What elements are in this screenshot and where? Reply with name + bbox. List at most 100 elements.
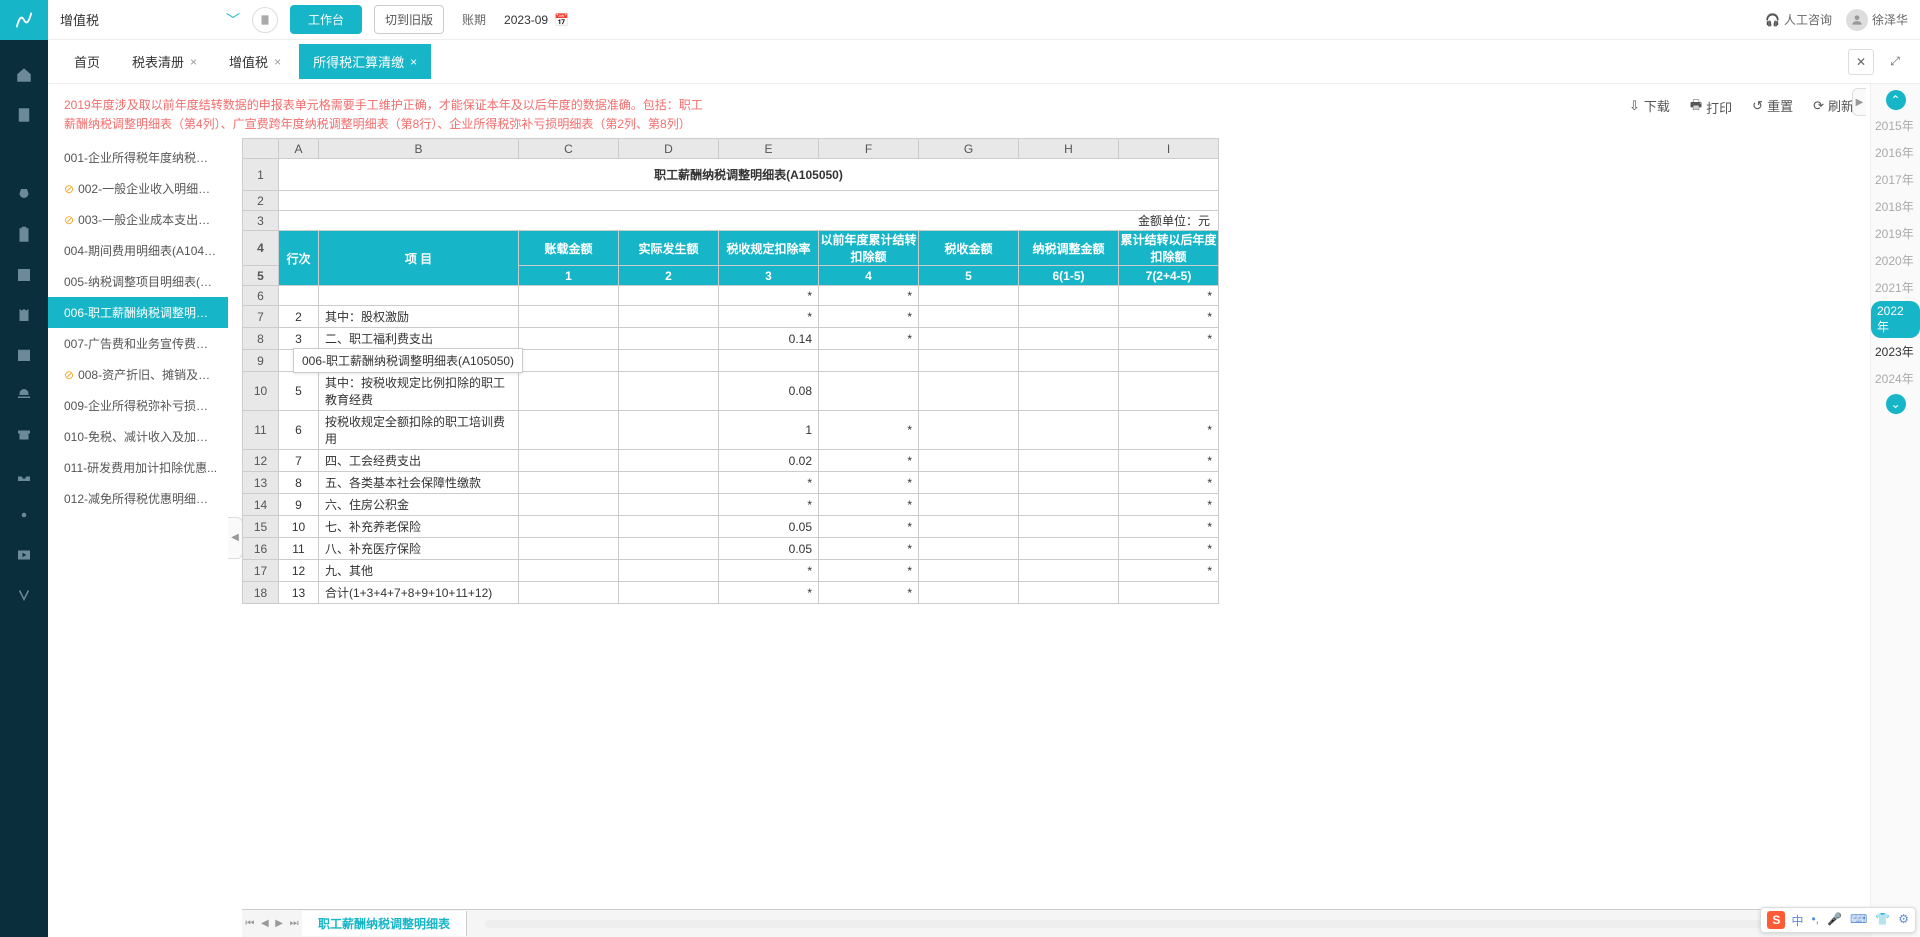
row-header-4[interactable]: 4 — [243, 231, 279, 266]
tab-close-icon[interactable]: × — [274, 55, 281, 69]
cell[interactable] — [819, 286, 919, 306]
cell[interactable] — [919, 450, 1019, 472]
cell[interactable] — [719, 286, 819, 306]
nav-report-icon[interactable] — [0, 255, 48, 295]
sheet-corner[interactable] — [243, 139, 279, 159]
nav-food-icon[interactable] — [0, 375, 48, 415]
year-item-2016年[interactable]: 2016年 — [1871, 139, 1920, 166]
row-header-1[interactable]: 1 — [243, 159, 279, 191]
cell[interactable] — [819, 538, 919, 560]
cell[interactable] — [719, 560, 819, 582]
tab-2[interactable]: 增值税× — [215, 44, 295, 79]
cell[interactable] — [519, 560, 619, 582]
nav-video-icon[interactable] — [0, 535, 48, 575]
cell[interactable] — [1019, 538, 1119, 560]
cell[interactable] — [919, 372, 1019, 411]
cell-item[interactable]: 四、工会经费支出 — [319, 450, 519, 472]
cell[interactable] — [919, 516, 1019, 538]
cell[interactable] — [1019, 372, 1119, 411]
cell-seq[interactable]: 2 — [279, 306, 319, 328]
print-button[interactable]: 🖶打印 — [1690, 96, 1732, 118]
cell[interactable] — [619, 450, 719, 472]
nav-chart-icon[interactable] — [0, 135, 48, 175]
col-header-G[interactable]: G — [919, 139, 1019, 159]
cell[interactable]: 1 — [719, 411, 819, 450]
cell[interactable] — [619, 328, 719, 350]
cell[interactable] — [819, 516, 919, 538]
cell[interactable] — [719, 494, 819, 516]
cell[interactable] — [1119, 372, 1219, 411]
col-header-I[interactable]: I — [1119, 139, 1219, 159]
cell[interactable] — [519, 494, 619, 516]
cell[interactable] — [1119, 516, 1219, 538]
cell[interactable]: 0.05 — [719, 516, 819, 538]
year-item-2019年[interactable]: 2019年 — [1871, 220, 1920, 247]
cell[interactable] — [1019, 494, 1119, 516]
form-item-1[interactable]: ⊘002-一般企业收入明细表(A... — [48, 173, 228, 204]
cell-seq[interactable]: 11 — [279, 538, 319, 560]
cell[interactable] — [519, 538, 619, 560]
year-item-2017年[interactable]: 2017年 — [1871, 166, 1920, 193]
cell-item[interactable]: 合计(1+3+4+7+8+9+10+11+12) — [319, 582, 519, 604]
row-header-11[interactable]: 11 — [243, 411, 279, 450]
row-header-6[interactable]: 6 — [243, 286, 279, 306]
sheet-tab[interactable]: 职工薪酬纳税调整明细表 — [302, 911, 467, 936]
collapse-handle[interactable]: ◀ — [228, 138, 242, 937]
col-header-H[interactable]: H — [1019, 139, 1119, 159]
cell[interactable] — [919, 328, 1019, 350]
form-item-0[interactable]: 001-企业所得税年度纳税申... — [48, 142, 228, 173]
period-picker[interactable]: 2023-09 📅 — [504, 13, 569, 27]
cell[interactable] — [619, 306, 719, 328]
cell[interactable] — [519, 286, 619, 306]
cell[interactable] — [919, 472, 1019, 494]
cell[interactable] — [819, 411, 919, 450]
form-item-3[interactable]: 004-期间费用明细表(A1040... — [48, 235, 228, 266]
cell[interactable] — [919, 350, 1019, 372]
col-header-D[interactable]: D — [619, 139, 719, 159]
year-up-button[interactable]: ⌃ — [1886, 90, 1906, 110]
cell-item[interactable]: 其中：按税收规定比例扣除的职工教育经费 — [319, 372, 519, 411]
cell[interactable] — [619, 582, 719, 604]
cell[interactable] — [819, 328, 919, 350]
cell[interactable]: 0.08 — [719, 372, 819, 411]
cell[interactable] — [919, 494, 1019, 516]
row-header-13[interactable]: 13 — [243, 472, 279, 494]
cell[interactable] — [619, 350, 719, 372]
tab-0[interactable]: 首页 — [60, 44, 114, 79]
cell-seq[interactable]: 5 — [279, 372, 319, 411]
col-header-F[interactable]: F — [819, 139, 919, 159]
cell[interactable] — [919, 411, 1019, 450]
cell[interactable] — [1119, 411, 1219, 450]
cell-seq[interactable]: 10 — [279, 516, 319, 538]
cell[interactable] — [819, 306, 919, 328]
cell-item[interactable]: 九、其他 — [319, 560, 519, 582]
cell[interactable] — [919, 582, 1019, 604]
cell[interactable]: 0.14 — [719, 328, 819, 350]
cell-seq[interactable]: 9 — [279, 494, 319, 516]
cell-seq[interactable]: 6 — [279, 411, 319, 450]
cell-item[interactable]: 五、各类基本社会保障性缴款 — [319, 472, 519, 494]
row-header-17[interactable]: 17 — [243, 560, 279, 582]
app-logo[interactable] — [0, 0, 48, 40]
cell[interactable] — [1119, 286, 1219, 306]
tab-close-icon[interactable]: × — [410, 55, 417, 69]
cell[interactable] — [1119, 450, 1219, 472]
cell[interactable] — [619, 494, 719, 516]
year-item-2021年[interactable]: 2021年 — [1871, 274, 1920, 301]
cell-seq[interactable]: 12 — [279, 560, 319, 582]
year-down-button[interactable]: ⌄ — [1886, 394, 1906, 414]
col-header-C[interactable]: C — [519, 139, 619, 159]
nav-inbox-icon[interactable] — [0, 455, 48, 495]
cell[interactable] — [1019, 560, 1119, 582]
ime-item-2[interactable]: 🎤 — [1827, 912, 1842, 929]
cell[interactable] — [619, 516, 719, 538]
row-header-18[interactable]: 18 — [243, 582, 279, 604]
cell[interactable] — [819, 494, 919, 516]
tab-1[interactable]: 税表清册× — [118, 44, 211, 79]
cell-item[interactable] — [319, 286, 519, 306]
cell[interactable] — [1019, 582, 1119, 604]
cell-item[interactable]: 二、职工福利费支出 — [319, 328, 519, 350]
form-item-9[interactable]: 010-免税、减计收入及加计... — [48, 421, 228, 452]
sheet-next-icon[interactable]: ▶ — [275, 918, 283, 929]
cell[interactable] — [1119, 472, 1219, 494]
